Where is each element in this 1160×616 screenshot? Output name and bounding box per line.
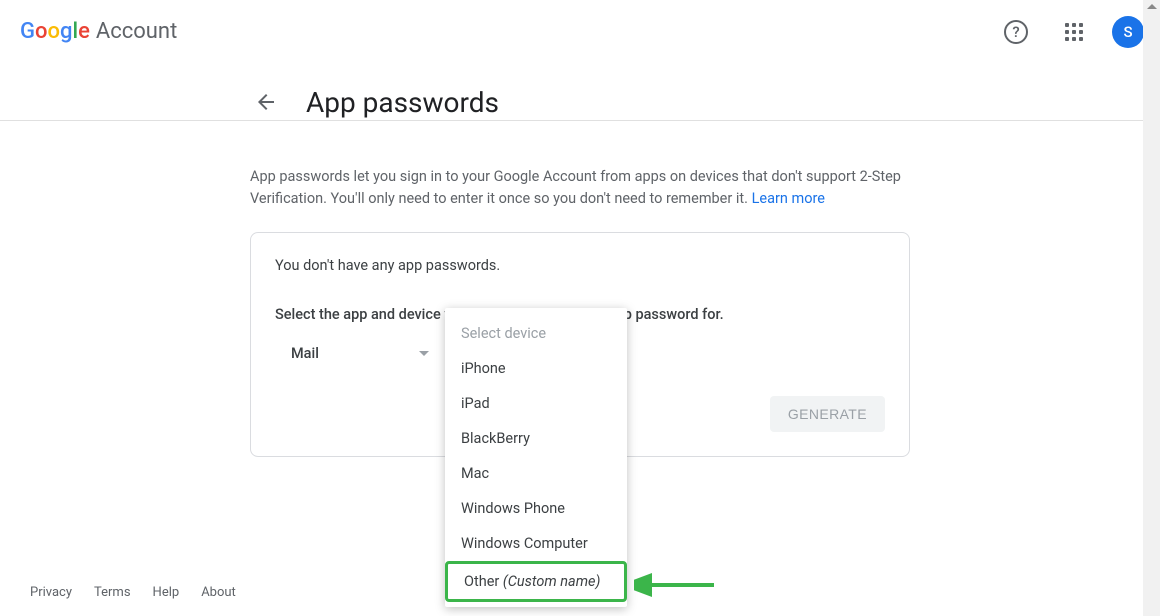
page-title: App passwords: [306, 86, 499, 119]
help-button[interactable]: ?: [996, 12, 1036, 52]
footer-privacy[interactable]: Privacy: [30, 585, 72, 600]
device-option-mac[interactable]: Mac: [445, 456, 627, 491]
scroll-up-icon: [1147, 4, 1157, 9]
google-logo: Google: [20, 19, 90, 44]
footer-help[interactable]: Help: [153, 585, 180, 600]
no-passwords-text: You don't have any app passwords.: [275, 257, 885, 274]
footer-terms[interactable]: Terms: [94, 585, 131, 600]
app-select-value: Mail: [291, 345, 319, 362]
device-option-iphone[interactable]: iPhone: [445, 351, 627, 386]
help-icon: ?: [1004, 20, 1028, 44]
device-option-ipad[interactable]: iPad: [445, 386, 627, 421]
device-option-windows-phone[interactable]: Windows Phone: [445, 491, 627, 526]
generate-button[interactable]: GENERATE: [770, 396, 885, 432]
account-avatar[interactable]: S: [1112, 16, 1144, 48]
app-header: Google Account ? S: [0, 0, 1160, 64]
brand: Google Account: [20, 19, 177, 44]
annotation-arrow-icon: [634, 570, 724, 600]
learn-more-link[interactable]: Learn more: [752, 190, 825, 207]
arrow-left-icon: [254, 90, 278, 114]
other-label: Other: [464, 573, 499, 590]
back-button[interactable]: [246, 82, 286, 122]
device-option-windows-computer[interactable]: Windows Computer: [445, 526, 627, 561]
app-select[interactable]: Mail: [291, 345, 429, 362]
other-hint: (Custom name): [503, 573, 600, 590]
brand-account-word: Account: [96, 19, 177, 44]
header-divider: [0, 120, 1143, 121]
device-select-menu: Select device iPhone iPad BlackBerry Mac…: [445, 308, 627, 607]
device-menu-placeholder: Select device: [445, 316, 627, 351]
device-option-other[interactable]: Other (Custom name): [445, 561, 627, 602]
apps-grid-icon: [1065, 23, 1083, 41]
chevron-down-icon: [419, 351, 429, 356]
scrollbar[interactable]: [1143, 0, 1160, 616]
footer-about[interactable]: About: [201, 585, 236, 600]
intro-paragraph: App passwords let you sign in to your Go…: [250, 166, 910, 210]
footer-links: Privacy Terms Help About: [30, 585, 236, 600]
device-option-blackberry[interactable]: BlackBerry: [445, 421, 627, 456]
apps-button[interactable]: [1054, 12, 1094, 52]
